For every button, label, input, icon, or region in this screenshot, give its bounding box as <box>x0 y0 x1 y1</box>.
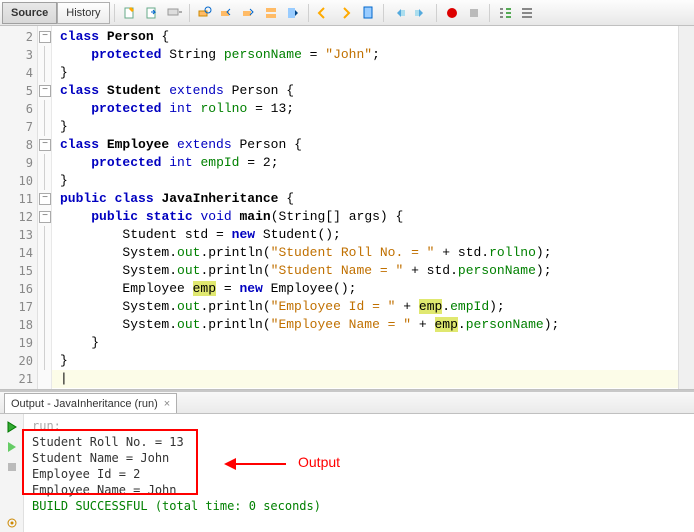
code-editor[interactable]: 23456789101112131415161718192021 class P… <box>0 26 694 390</box>
code-line[interactable]: System.out.println("Employee Name = " + … <box>52 316 678 334</box>
shift-left-icon[interactable] <box>389 3 409 23</box>
output-content[interactable]: Output run:Student Roll No. = 13Student … <box>24 414 694 532</box>
fold-gutter[interactable] <box>38 26 52 389</box>
rerun-alt-icon[interactable] <box>3 438 21 456</box>
settings-icon[interactable] <box>3 514 21 532</box>
nav-prev-icon[interactable] <box>314 3 334 23</box>
separator <box>308 4 309 22</box>
output-body: Output run:Student Roll No. = 13Student … <box>0 414 694 532</box>
toggle-bookmark-icon[interactable] <box>358 3 378 23</box>
annotation-label: Output <box>298 454 340 470</box>
find-selection-icon[interactable] <box>195 3 215 23</box>
code-line[interactable]: class Employee extends Person { <box>52 136 678 154</box>
code-line[interactable]: } <box>52 172 678 190</box>
code-line[interactable]: } <box>52 64 678 82</box>
code-line[interactable]: Employee emp = new Employee(); <box>52 280 678 298</box>
code-line[interactable]: class Student extends Person { <box>52 82 678 100</box>
annotation-box <box>22 429 198 495</box>
code-line[interactable]: protected int rollno = 13; <box>52 100 678 118</box>
stop-icon[interactable] <box>3 458 21 476</box>
shift-right-icon[interactable] <box>411 3 431 23</box>
separator <box>189 4 190 22</box>
macro-record-icon[interactable] <box>442 3 462 23</box>
rerun-icon[interactable] <box>3 418 21 436</box>
code-line[interactable]: public class JavaInheritance { <box>52 190 678 208</box>
last-edit-icon[interactable] <box>120 3 140 23</box>
dropdown-icon[interactable] <box>164 3 184 23</box>
toggle-highlight-icon[interactable] <box>261 3 281 23</box>
separator <box>489 4 490 22</box>
editor-toolbar: Source History <box>0 0 694 26</box>
output-tab-title: Output - JavaInheritance (run) <box>11 398 158 410</box>
code-line[interactable]: protected String personName = "John"; <box>52 46 678 64</box>
output-toolbar <box>0 414 24 532</box>
bookmark-prev-icon[interactable] <box>283 3 303 23</box>
output-tab[interactable]: Output - JavaInheritance (run) × <box>4 393 177 413</box>
code-line[interactable]: System.out.println("Student Name = " + s… <box>52 262 678 280</box>
code-area[interactable]: class Person { protected String personNa… <box>52 26 678 389</box>
separator <box>383 4 384 22</box>
code-line[interactable]: class Person { <box>52 28 678 46</box>
line-number-gutter: 23456789101112131415161718192021 <box>0 26 38 389</box>
forward-icon[interactable] <box>142 3 162 23</box>
nav-next-icon[interactable] <box>336 3 356 23</box>
code-line[interactable]: System.out.println("Employee Id = " + em… <box>52 298 678 316</box>
separator <box>436 4 437 22</box>
close-icon[interactable]: × <box>164 398 170 410</box>
code-line[interactable]: } <box>52 118 678 136</box>
code-line[interactable]: System.out.println("Student Roll No. = "… <box>52 244 678 262</box>
separator <box>114 4 115 22</box>
tab-source[interactable]: Source <box>2 2 57 24</box>
code-line[interactable]: Student std = new Student(); <box>52 226 678 244</box>
output-line: BUILD SUCCESSFUL (total time: 0 seconds) <box>32 498 686 514</box>
annotation-arrow <box>224 458 286 470</box>
code-line[interactable]: public static void main(String[] args) { <box>52 208 678 226</box>
uncomment-icon[interactable] <box>517 3 537 23</box>
code-line[interactable]: protected int empId = 2; <box>52 154 678 172</box>
macro-stop-icon[interactable] <box>464 3 484 23</box>
code-line[interactable]: } <box>52 352 678 370</box>
vertical-scrollbar[interactable] <box>678 26 694 389</box>
code-line[interactable]: | <box>52 370 678 388</box>
output-tabbar: Output - JavaInheritance (run) × <box>0 392 694 414</box>
tab-history[interactable]: History <box>57 2 109 24</box>
comment-icon[interactable] <box>495 3 515 23</box>
find-next-icon[interactable] <box>239 3 259 23</box>
code-line[interactable]: } <box>52 334 678 352</box>
find-prev-icon[interactable] <box>217 3 237 23</box>
output-panel: Output - JavaInheritance (run) × Output … <box>0 390 694 532</box>
